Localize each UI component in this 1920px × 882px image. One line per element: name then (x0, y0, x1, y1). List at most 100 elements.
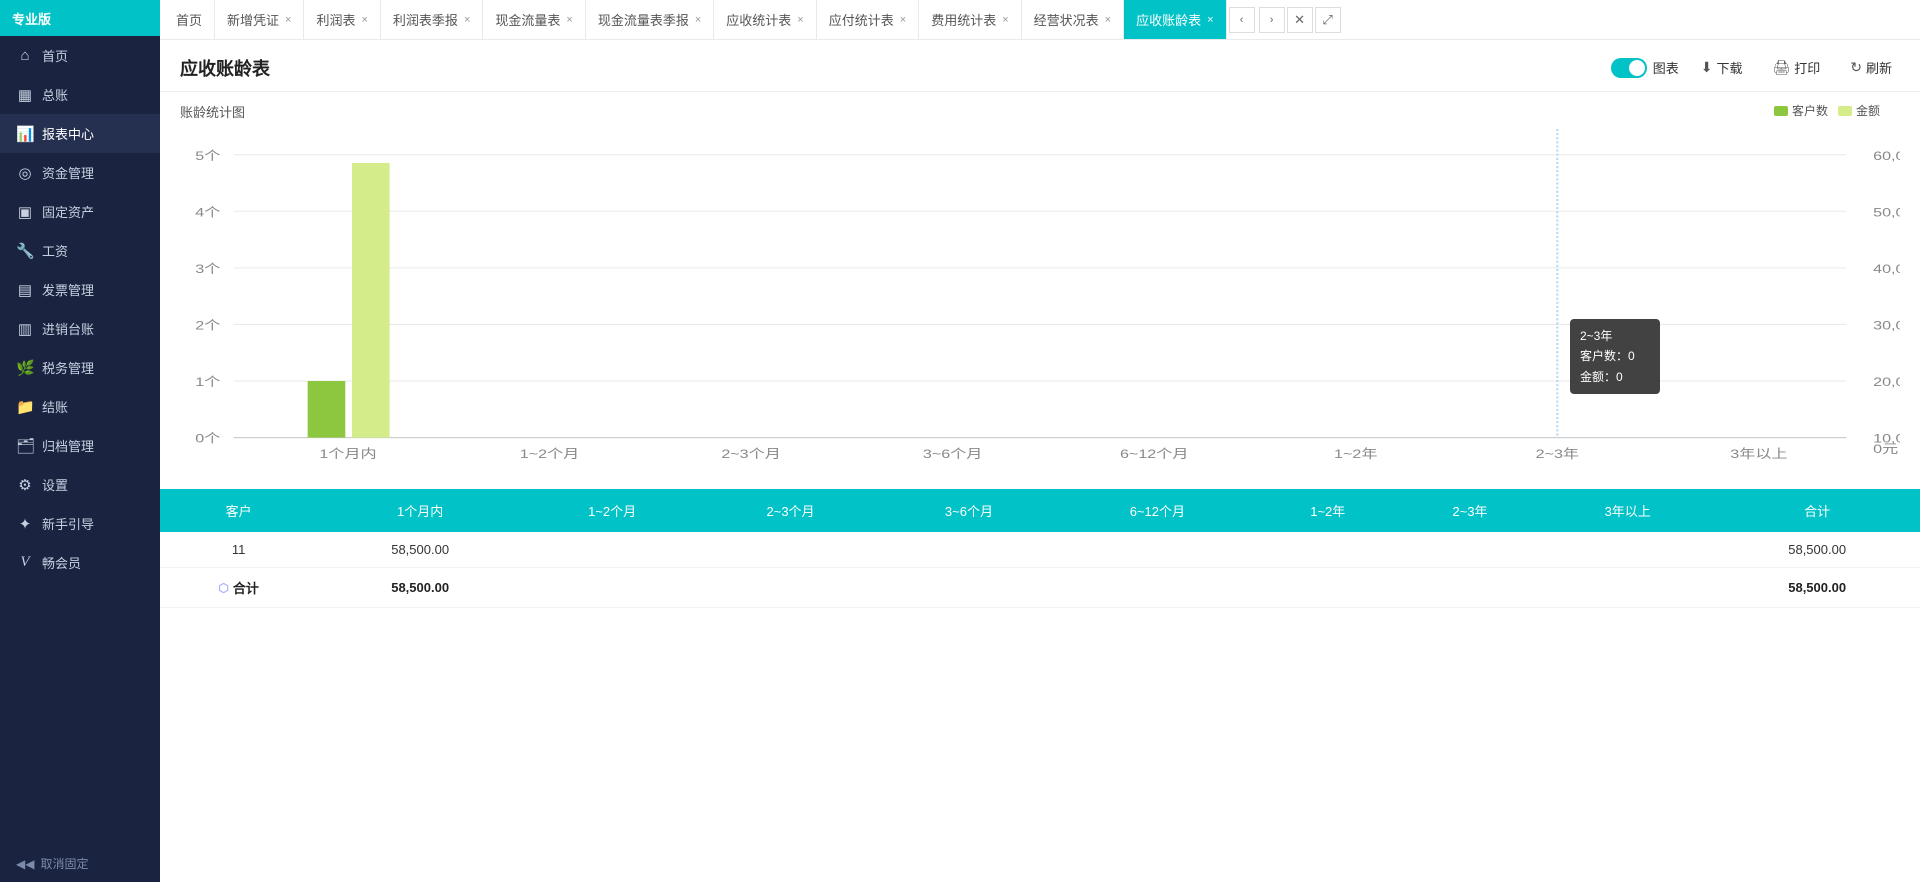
table-header: 客户 1个月内 1~2个月 2~3个月 3~6个月 6~12个月 1~2年 2~… (160, 489, 1920, 532)
total-m1-2 (523, 568, 701, 608)
tab-close-icon[interactable]: × (695, 14, 701, 26)
chart-svg: 5个 4个 3个 2个 1个 0个 60,000.00元 50,000.00元 … (180, 129, 1900, 489)
page-header: 应收账龄表 图表 ⬇ 下载 🖨 打印 ↻ 刷新 (160, 40, 1920, 92)
cell-m1: 58,500.00 (317, 532, 523, 568)
sidebar-logo: 专业版 (0, 0, 160, 36)
sidebar-item-ledger[interactable]: ▦ 总账 (0, 75, 160, 114)
svg-text:0个: 0个 (195, 432, 220, 447)
tab-close-icon[interactable]: × (797, 14, 803, 26)
col-customer: 客户 (160, 489, 317, 532)
sidebar-item-guide[interactable]: ✦ 新手引导 (0, 504, 160, 543)
sidebar-item-invoice[interactable]: ▤ 发票管理 (0, 270, 160, 309)
tab-ar-aging[interactable]: 应收账龄表 × (1124, 0, 1226, 40)
sidebar-item-label: 设置 (42, 475, 68, 494)
tab-new-voucher[interactable]: 新增凭证 × (215, 0, 304, 40)
cell-y2-3 (1399, 532, 1541, 568)
tab-home[interactable]: 首页 (164, 0, 215, 40)
sidebar-item-archive[interactable]: 🗂 归档管理 (0, 426, 160, 465)
sidebar-item-settings[interactable]: ⚙ 设置 (0, 465, 160, 504)
sidebar-item-close[interactable]: 📁 结账 (0, 387, 160, 426)
sidebar-item-home[interactable]: ⌂ 首页 (0, 36, 160, 75)
svg-text:2~3个月: 2~3个月 (721, 447, 781, 462)
sidebar-item-label: 总账 (42, 85, 68, 104)
svg-text:30,000.00元: 30,000.00元 (1873, 319, 1900, 333)
assets-icon: ▣ (16, 203, 34, 221)
sidebar-item-label: 发票管理 (42, 280, 94, 299)
tab-close-all-button[interactable]: ✕ (1287, 7, 1313, 33)
legend-amount-label: 金额 (1856, 102, 1880, 119)
toggle-track[interactable] (1611, 58, 1647, 78)
data-table: 客户 1个月内 1~2个月 2~3个月 3~6个月 6~12个月 1~2年 2~… (160, 489, 1920, 608)
tab-close-icon[interactable]: × (566, 14, 572, 26)
cell-total: 58,500.00 (1714, 532, 1920, 568)
print-label: 打印 (1794, 58, 1820, 77)
total-y2-3 (1399, 568, 1541, 608)
tab-label: 利润表季报 (393, 10, 458, 29)
tab-profit-quarter[interactable]: 利润表季报 × (381, 0, 483, 40)
home-icon: ⌂ (16, 47, 34, 64)
svg-text:2个: 2个 (195, 318, 220, 333)
svg-text:1~2个月: 1~2个月 (520, 447, 580, 462)
header-actions: 图表 ⬇ 下载 🖨 打印 ↻ 刷新 (1611, 54, 1900, 81)
tab-close-icon[interactable]: × (1105, 14, 1111, 26)
svg-text:3个: 3个 (195, 262, 220, 277)
sidebar-item-tax[interactable]: 🌿 税务管理 (0, 348, 160, 387)
tab-nav-next[interactable]: › (1259, 7, 1285, 33)
tab-nav-prev[interactable]: ‹ (1229, 7, 1255, 33)
tab-cashflow[interactable]: 现金流量表 × (483, 0, 585, 40)
total-y3plus (1541, 568, 1714, 608)
sidebar-item-funds[interactable]: ◎ 资金管理 (0, 153, 160, 192)
sidebar-item-label: 首页 (42, 46, 68, 65)
total-row: ⬡ 合计 58,500.00 58,500.00 (160, 568, 1920, 608)
tab-close-icon[interactable]: × (1207, 14, 1213, 26)
svg-text:1~2年: 1~2年 (1334, 447, 1377, 462)
tab-close-icon[interactable]: × (900, 14, 906, 26)
salary-icon: 🔧 (16, 242, 34, 260)
member-icon: V (16, 554, 34, 571)
tab-ap-stats[interactable]: 应付统计表 × (817, 0, 919, 40)
refresh-button[interactable]: ↻ 刷新 (1842, 54, 1900, 81)
sidebar: 专业版 ⌂ 首页 ▦ 总账 📊 报表中心 ◎ 资金管理 ▣ 固定资产 🔧 工资 … (0, 0, 160, 882)
guide-icon: ✦ (16, 515, 34, 533)
tab-close-icon[interactable]: × (285, 14, 291, 26)
svg-text:2~3年: 2~3年 (1536, 447, 1579, 462)
total-label: 合计 (233, 578, 259, 597)
tab-ar-stats[interactable]: 应收统计表 × (714, 0, 816, 40)
tab-operations[interactable]: 经营状况表 × (1022, 0, 1124, 40)
svg-text:5个: 5个 (195, 149, 220, 164)
tab-close-icon[interactable]: × (1002, 14, 1008, 26)
funds-icon: ◎ (16, 164, 34, 182)
sidebar-pin-toggle[interactable]: ◀◀ 取消固定 (0, 845, 160, 882)
sidebar-item-member[interactable]: V 畅会员 (0, 543, 160, 582)
chart-toggle[interactable]: 图表 (1611, 58, 1679, 78)
col-y2-3: 2~3年 (1399, 489, 1541, 532)
print-button[interactable]: 🖨 打印 (1764, 54, 1828, 81)
svg-text:3年以上: 3年以上 (1730, 447, 1787, 462)
col-total: 合计 (1714, 489, 1920, 532)
col-m1-2: 1~2个月 (523, 489, 701, 532)
svg-text:40,000.00元: 40,000.00元 (1873, 263, 1900, 277)
toggle-label: 图表 (1653, 58, 1679, 77)
tab-profit[interactable]: 利润表 × (304, 0, 380, 40)
tab-cashflow-quarter[interactable]: 现金流量表季报 × (586, 0, 714, 40)
table-row: 11 58,500.00 58,500.00 (160, 532, 1920, 568)
legend-amount: 金额 (1838, 102, 1880, 119)
download-button[interactable]: ⬇ 下载 (1693, 54, 1751, 81)
sidebar-item-salary[interactable]: 🔧 工资 (0, 231, 160, 270)
tab-label: 应收统计表 (726, 10, 791, 29)
svg-text:0元: 0元 (1873, 443, 1898, 457)
ledger-icon: ▦ (16, 86, 34, 104)
tab-close-icon[interactable]: × (361, 14, 367, 26)
sidebar-item-assets[interactable]: ▣ 固定资产 (0, 192, 160, 231)
tab-expand-button[interactable]: ⤢ (1315, 7, 1341, 33)
tab-expense-stats[interactable]: 费用统计表 × (919, 0, 1021, 40)
sidebar-item-reports[interactable]: 📊 报表中心 (0, 114, 160, 153)
tab-close-icon[interactable]: × (464, 14, 470, 26)
cell-customer: 11 (160, 532, 317, 568)
total-m6-12 (1058, 568, 1257, 608)
download-icon: ⬇ (1701, 59, 1713, 76)
download-label: 下载 (1716, 58, 1742, 77)
sidebar-item-label: 结账 (42, 397, 68, 416)
tab-label: 应收账龄表 (1136, 10, 1201, 29)
sidebar-item-inventory[interactable]: ▥ 进销台账 (0, 309, 160, 348)
